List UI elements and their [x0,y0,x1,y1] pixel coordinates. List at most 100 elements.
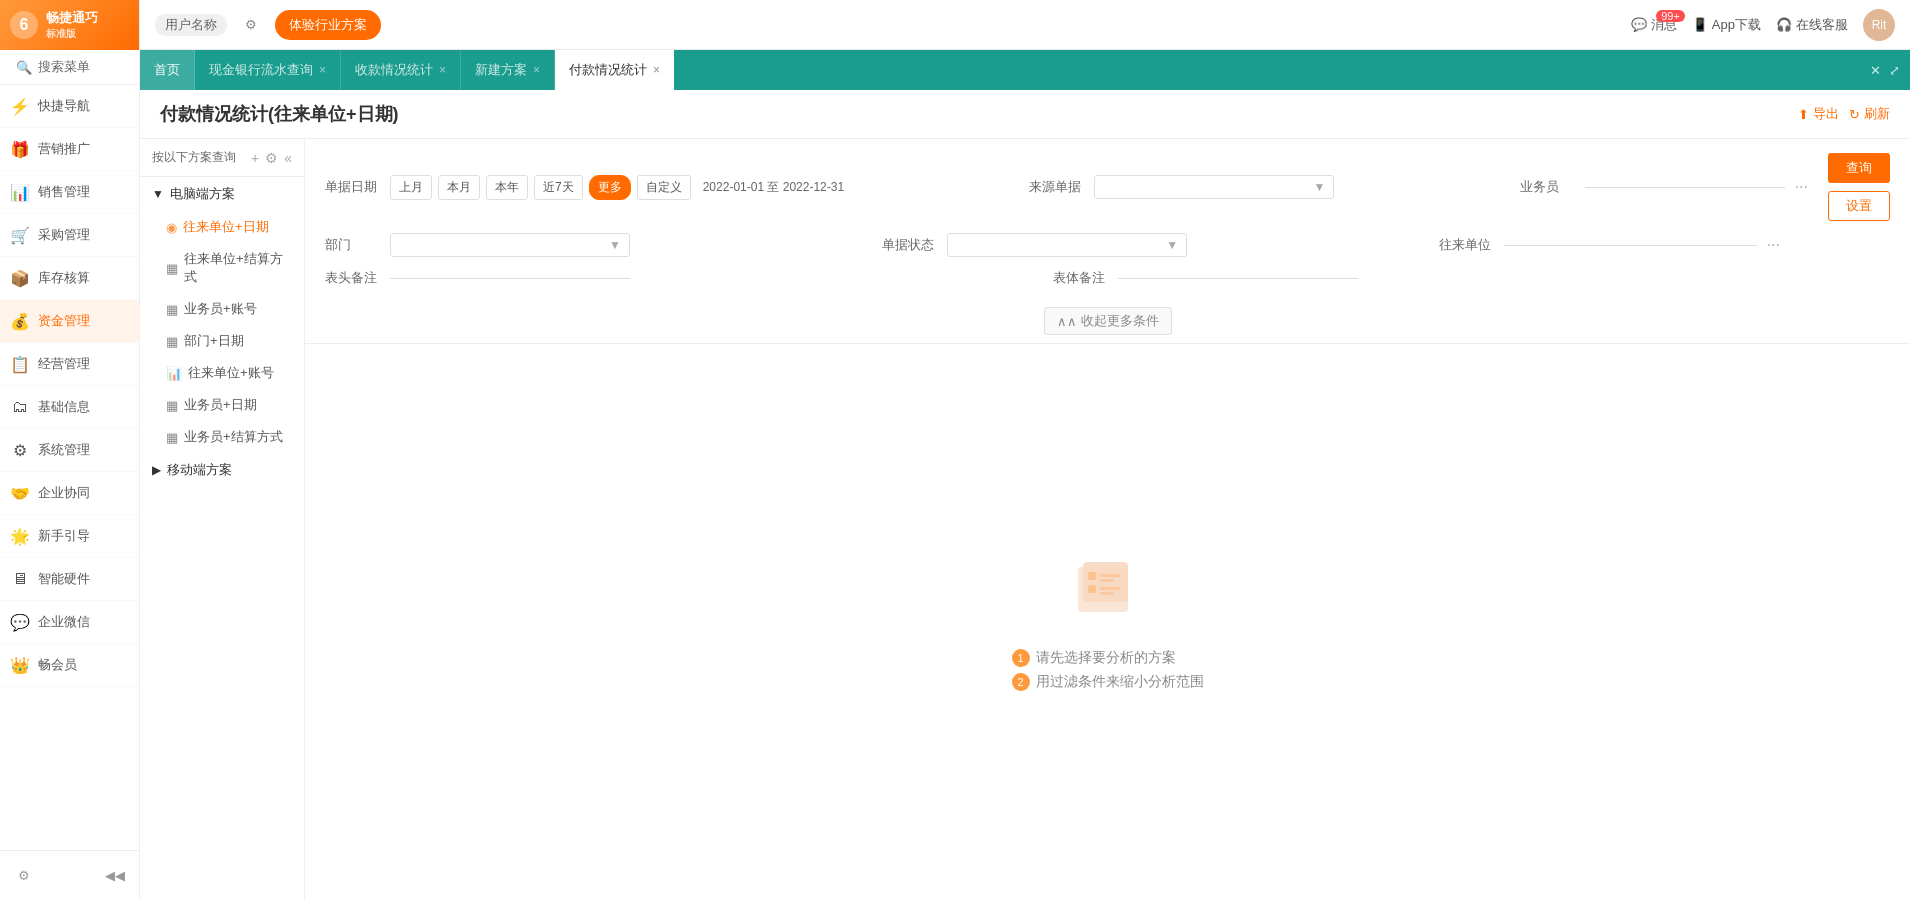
capital-icon: 💰 [10,311,30,331]
export-button[interactable]: ⬆ 导出 [1798,105,1839,123]
add-scheme-icon[interactable]: + [251,150,259,166]
scheme-item-0[interactable]: ◉ 往来单位+日期 [140,211,304,243]
tab-close-receipt[interactable]: × [439,63,446,77]
tab-bank[interactable]: 现金银行流水查询 × [195,50,341,90]
sidebar-item-marketing[interactable]: 🎁 营销推广 [0,128,139,171]
sidebar-item-purchase[interactable]: 🛒 采购管理 [0,214,139,257]
scheme-group-desktop-title[interactable]: ▼ 电脑端方案 [140,177,304,211]
sidebar-item-member[interactable]: 👑 畅会员 [0,644,139,687]
system-icon: ⚙ [10,440,30,460]
date-btn-custom[interactable]: 自定义 [637,175,691,200]
date-btn-last-month[interactable]: 上月 [390,175,432,200]
sidebar-item-hardware[interactable]: 🖥 智能硬件 [0,558,139,601]
close-all-tabs-icon[interactable]: ✕ [1870,63,1881,78]
source-select[interactable]: ▼ [1094,175,1334,199]
status-label: 单据状态 [882,236,947,254]
scheme-item-6[interactable]: ▦ 业务员+结算方式 [140,421,304,453]
marketing-icon: 🎁 [10,139,30,159]
scheme-icon-5: ▦ [166,398,178,413]
tab-receipt[interactable]: 收款情况统计 × [341,50,461,90]
empty-tip-1: 1 请先选择要分析的方案 [1012,649,1204,667]
salesman-select-dots[interactable]: ··· [1795,178,1808,196]
collapse-sidebar-icon[interactable]: ◀◀ [101,861,129,889]
date-range-text: 2022-01-01 至 2022-12-31 [703,179,844,196]
sidebar-item-shortcut[interactable]: ⚡ 快捷导航 [0,85,139,128]
refresh-button[interactable]: ↻ 刷新 [1849,105,1890,123]
group-expand-icon: ▼ [152,187,164,201]
sidebar-item-operation[interactable]: 📋 经营管理 [0,343,139,386]
topbar-left: 用户名称 ⚙ 体验行业方案 [155,10,381,40]
scheme-icon-0: ◉ [166,220,177,235]
sidebar-item-corp[interactable]: 🤝 企业协同 [0,472,139,515]
sidebar-item-system[interactable]: ⚙ 系统管理 [0,429,139,472]
scheme-icon-1: ▦ [166,261,178,276]
svg-rect-7 [1100,592,1114,595]
date-btn-7days[interactable]: 近7天 [534,175,583,200]
tab-home[interactable]: 首页 [140,50,195,90]
tab-close-bank[interactable]: × [319,63,326,77]
app-download-item[interactable]: 📱 App下载 [1692,16,1761,34]
sidebar-item-wechat[interactable]: 💬 企业微信 [0,601,139,644]
scheme-item-2[interactable]: ▦ 业务员+账号 [140,293,304,325]
scheme-item-5[interactable]: ▦ 业务员+日期 [140,389,304,421]
scheme-icon-6: ▦ [166,430,178,445]
main-area: 用户名称 ⚙ 体验行业方案 💬 消息 99+ 📱 App下载 🎧 在线客服 Ri… [140,0,1910,899]
export-icon: ⬆ [1798,107,1809,122]
empty-state: 1 请先选择要分析的方案 2 用过滤条件来缩小分析范围 [305,344,1910,899]
collapse-scheme-icon[interactable]: « [284,150,292,166]
tab-payment[interactable]: 付款情况统计 × [555,50,674,90]
expand-tabs-icon[interactable]: ⤢ [1889,63,1900,78]
query-panel: 单据日期 上月 本月 本年 近7天 更多 自定义 2022-01-01 至 20… [305,139,1910,899]
sidebar-item-guide[interactable]: 🌟 新手引导 [0,515,139,558]
wechat-icon: 💬 [10,612,30,632]
dept-select[interactable]: ▼ [390,233,630,257]
source-label: 来源单据 [1029,178,1094,196]
scheme-group-mobile-title[interactable]: ▶ 移动端方案 [140,453,304,487]
basic-icon: 🗂 [10,397,30,417]
scheme-group-desktop: ▼ 电脑端方案 ◉ 往来单位+日期 ▦ 往来单位+结算方式 ▦ 业务员+账号 [140,177,304,453]
sidebar-search[interactable]: 🔍 搜索菜单 [0,50,139,85]
scheme-icon-2: ▦ [166,302,178,317]
svg-rect-5 [1088,585,1096,593]
sales-icon: 📊 [10,182,30,202]
scheme-panel-toolbar: + ⚙ « [251,150,292,166]
scheme-item-3[interactable]: ▦ 部门+日期 [140,325,304,357]
service-icon: 🎧 [1776,17,1792,32]
user-avatar[interactable]: Rit [1863,9,1895,41]
sidebar-item-sales[interactable]: 📊 销售管理 [0,171,139,214]
page-actions: ⬆ 导出 ↻ 刷新 [1798,105,1890,123]
page-header: 付款情况统计(往来单位+日期) ⬆ 导出 ↻ 刷新 [140,90,1910,139]
sidebar-brand: 畅捷通巧 标准版 [46,9,98,41]
settings-footer-icon[interactable]: ⚙ [10,861,38,889]
inventory-icon: 📦 [10,268,30,288]
collapse-row: ∧∧ 收起更多条件 [325,299,1890,343]
date-btn-this-month[interactable]: 本月 [438,175,480,200]
topbar-gear-icon[interactable]: ⚙ [237,11,265,39]
scheme-settings-icon[interactable]: ⚙ [265,150,278,166]
date-btn-this-year[interactable]: 本年 [486,175,528,200]
collapse-conditions-button[interactable]: ∧∧ 收起更多条件 [1044,307,1172,335]
refresh-icon: ↻ [1849,107,1860,122]
header-note-label: 表头备注 [325,269,390,287]
sidebar-item-inventory[interactable]: 📦 库存核算 [0,257,139,300]
sidebar-item-capital[interactable]: 💰 资金管理 [0,300,139,343]
trial-button[interactable]: 体验行业方案 [275,10,381,40]
query-button[interactable]: 查询 [1828,153,1890,183]
status-select[interactable]: ▼ [947,233,1187,257]
partner-select-dots[interactable]: ··· [1767,236,1780,254]
tab-close-payment[interactable]: × [653,63,660,77]
tabbar-actions: ✕ ⤢ [1860,50,1910,90]
shortcut-icon: ⚡ [10,96,30,116]
tab-new-scheme[interactable]: 新建方案 × [461,50,555,90]
tip-num-1: 1 [1012,649,1030,667]
hardware-icon: 🖥 [10,569,30,589]
date-btn-more[interactable]: 更多 [589,175,631,200]
tab-close-new-scheme[interactable]: × [533,63,540,77]
scheme-item-1[interactable]: ▦ 往来单位+结算方式 [140,243,304,293]
service-item[interactable]: 🎧 在线客服 [1776,16,1848,34]
dept-select-arrow: ▼ [609,238,621,252]
sidebar-item-basic[interactable]: 🗂 基础信息 [0,386,139,429]
scheme-item-4[interactable]: 📊 往来单位+账号 [140,357,304,389]
filter-settings-button[interactable]: 设置 [1828,191,1890,221]
message-item[interactable]: 💬 消息 99+ [1631,16,1677,34]
